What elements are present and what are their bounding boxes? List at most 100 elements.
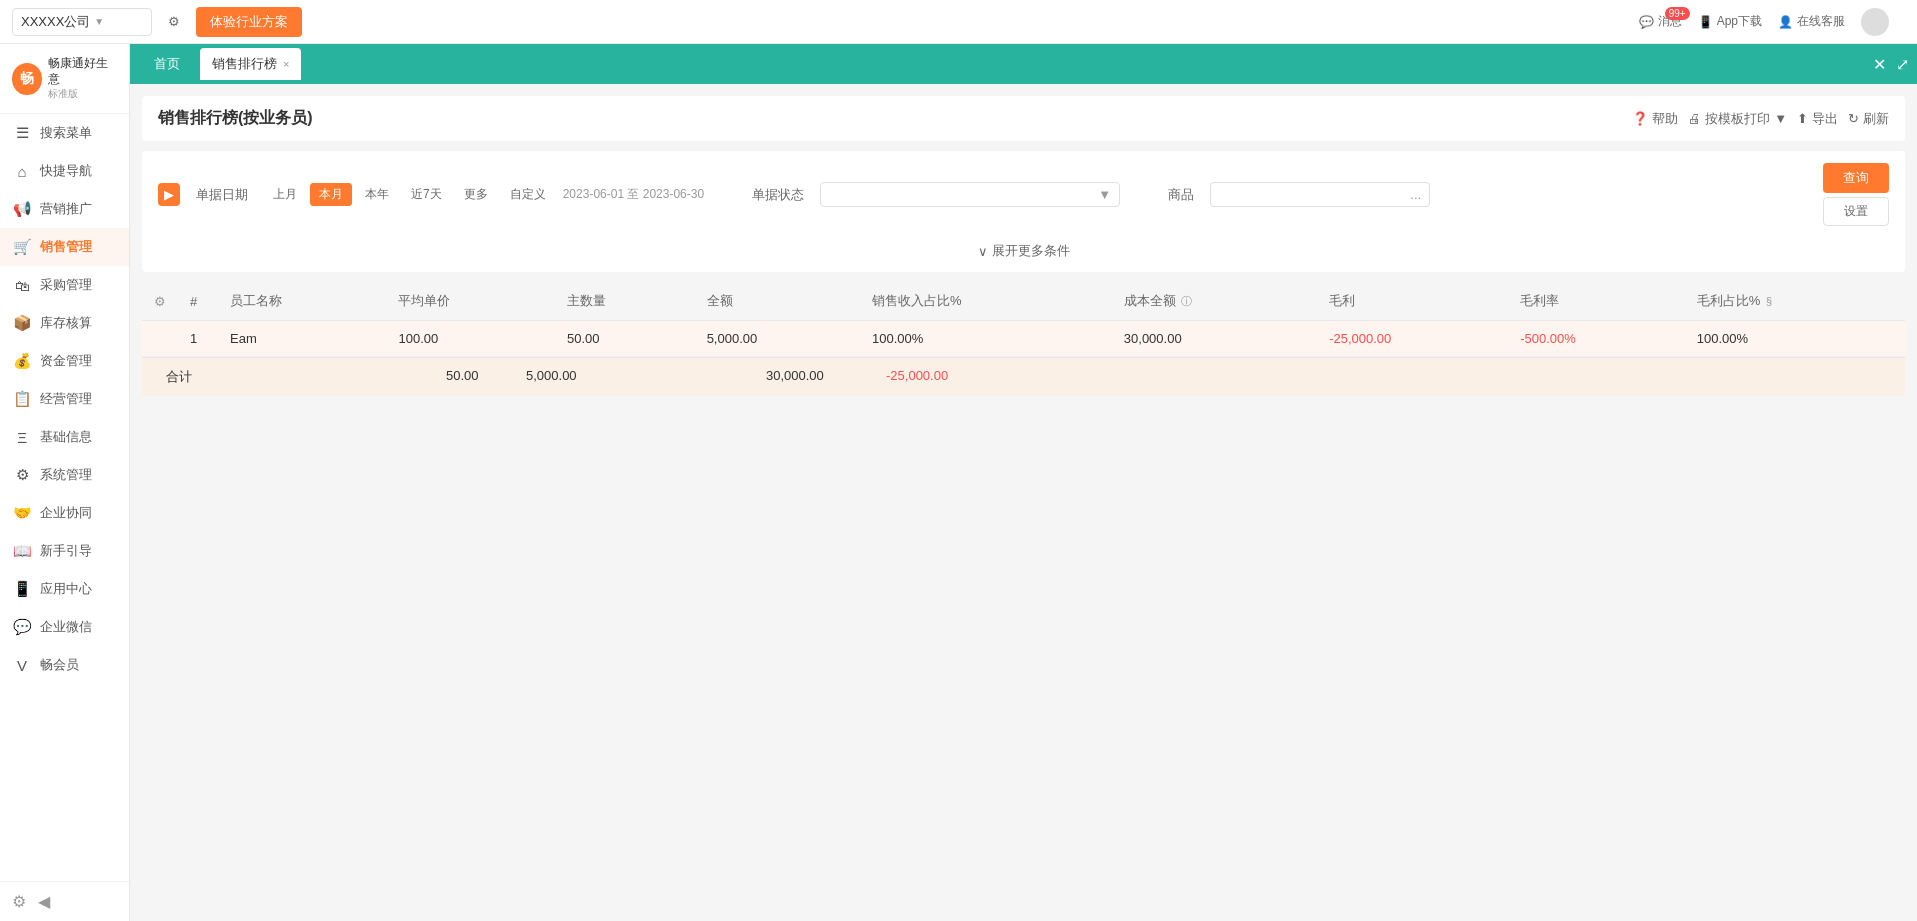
- guide-icon: 📖: [12, 542, 32, 560]
- date-btn-more[interactable]: 更多: [455, 183, 497, 206]
- sidebar-item-enterprise-collab[interactable]: 🤝 企业协同: [0, 494, 129, 532]
- sidebar-label-search-order: 搜索菜单: [40, 124, 92, 142]
- status-filter-label: 单据状态: [752, 186, 804, 204]
- col-header-settings[interactable]: ⚙: [142, 282, 178, 321]
- help-label: 帮助: [1652, 110, 1678, 128]
- footer-amount: 5,000.00: [514, 368, 634, 386]
- avatar[interactable]: [1861, 8, 1889, 36]
- status-select[interactable]: ▼: [820, 182, 1120, 207]
- inventory-icon: 📦: [12, 314, 32, 332]
- date-btn-this-year[interactable]: 本年: [356, 183, 398, 206]
- message-icon-group[interactable]: 💬 消息 99+: [1639, 13, 1682, 30]
- service-icon: 👤: [1778, 15, 1793, 29]
- message-icon: 💬: [1639, 15, 1654, 29]
- sidebar-item-fund-mgmt[interactable]: 💰 资金管理: [0, 342, 129, 380]
- sidebar-label-system-mgmt: 系统管理: [40, 466, 92, 484]
- export-button[interactable]: ⬆ 导出: [1797, 110, 1838, 128]
- app-download-group[interactable]: 📱 App下载: [1698, 13, 1762, 30]
- logo-icon: 畅: [12, 63, 42, 95]
- sidebar-label-quick-nav: 快捷导航: [40, 162, 92, 180]
- tab-bar: 首页 销售排行榜 × ✕ ⤢: [130, 44, 1917, 84]
- main-layout: 畅 畅康通好生意 标准版 ☰ 搜索菜单 ⌂ 快捷导航 📢 营销推广 🛒 销售管: [0, 44, 1917, 921]
- cell-main-qty: 50.00: [555, 321, 695, 357]
- help-button[interactable]: ❓ 帮助: [1632, 110, 1678, 128]
- date-btn-last-month[interactable]: 上月: [264, 183, 306, 206]
- wechat-icon: 💬: [12, 618, 32, 636]
- logo-text: 畅康通好生意: [48, 56, 117, 87]
- cell-name: Eam: [218, 321, 386, 357]
- sidebar-label-inventory: 库存核算: [40, 314, 92, 332]
- filter-expand-arrow[interactable]: ▶: [158, 183, 180, 206]
- expand-icon[interactable]: ⤢: [1896, 55, 1909, 74]
- sidebar-label-ops-mgmt: 经营管理: [40, 390, 92, 408]
- sidebar-item-basic-info[interactable]: Ξ 基础信息: [0, 418, 129, 456]
- refresh-label: 刷新: [1863, 110, 1889, 128]
- footer-gross: -25,000.00: [874, 368, 994, 386]
- footer-spacer: [634, 368, 754, 386]
- table-header-row: ⚙ # 员工名称 平均单价 主数量 全额 销售收入占比% 成本全额 ⓘ: [142, 282, 1905, 321]
- tab-home[interactable]: 首页: [138, 44, 196, 84]
- sidebar-item-enterprise-wechat[interactable]: 💬 企业微信: [0, 608, 129, 646]
- cell-gross-pct: 100.00%: [1685, 321, 1905, 357]
- chevron-down-expand-icon: ∨: [978, 244, 988, 259]
- try-industry-button[interactable]: 体验行业方案: [196, 7, 302, 37]
- sidebar-item-member[interactable]: V 畅会员: [0, 646, 129, 684]
- logo-sub: 标准版: [48, 87, 117, 101]
- date-btn-this-month[interactable]: 本月: [310, 183, 352, 206]
- refresh-button[interactable]: ↻ 刷新: [1848, 110, 1889, 128]
- print-label: 按模板打印: [1705, 110, 1770, 128]
- goods-select[interactable]: ...: [1210, 182, 1430, 207]
- sidebar-item-ops-mgmt[interactable]: 📋 经营管理: [0, 380, 129, 418]
- sidebar-label-app-center: 应用中心: [40, 580, 92, 598]
- fund-icon: 💰: [12, 352, 32, 370]
- sales-icon: 🛒: [12, 238, 32, 256]
- print-button[interactable]: 🖨 按模板打印 ▼: [1688, 110, 1787, 128]
- cost-info-icon[interactable]: ⓘ: [1181, 295, 1192, 307]
- expand-more-button[interactable]: ∨ 展开更多条件: [978, 242, 1070, 260]
- col-header-sales-pct: 销售收入占比%: [860, 282, 1112, 321]
- gross-pct-icon[interactable]: §: [1766, 295, 1772, 307]
- page-header: 销售排行榜(按业务员) ❓ 帮助 🖨 按模板打印 ▼ ⬆: [142, 96, 1905, 141]
- date-btn-custom[interactable]: 自定义: [501, 183, 555, 206]
- query-button[interactable]: 查询: [1823, 163, 1889, 193]
- member-icon: V: [12, 657, 32, 674]
- tab-close-icon[interactable]: ×: [283, 58, 289, 70]
- footer-main-qty: 50.00: [434, 368, 514, 386]
- col-header-avg-price: 平均单价: [386, 282, 554, 321]
- company-selector[interactable]: XXXXX公司 ▼: [12, 8, 152, 36]
- tab-sales-ranking[interactable]: 销售排行榜 ×: [200, 48, 301, 80]
- expand-more-row: ∨ 展开更多条件: [158, 234, 1889, 260]
- page-actions: ❓ 帮助 🖨 按模板打印 ▼ ⬆ 导出 ↻: [1632, 110, 1889, 128]
- sidebar-item-sales-mgmt[interactable]: 🛒 销售管理: [0, 228, 129, 266]
- tab-sales-ranking-label: 销售排行榜: [212, 55, 277, 73]
- sidebar-item-system-mgmt[interactable]: ⚙ 系统管理: [0, 456, 129, 494]
- col-header-gross-rate: 毛利率: [1508, 282, 1685, 321]
- sidebar-label-marketing: 营销推广: [40, 200, 92, 218]
- marketing-icon: 📢: [12, 200, 32, 218]
- sidebar-item-inventory[interactable]: 📦 库存核算: [0, 304, 129, 342]
- export-icon: ⬆: [1797, 111, 1808, 126]
- cell-sales-pct: 100.00%: [860, 321, 1112, 357]
- date-btn-7days[interactable]: 近7天: [402, 183, 451, 206]
- purchase-icon: 🛍: [12, 277, 32, 294]
- settings-icon-btn[interactable]: ⚙: [160, 8, 188, 36]
- ops-icon: 📋: [12, 390, 32, 408]
- sidebar-item-app-center[interactable]: 📱 应用中心: [0, 570, 129, 608]
- sidebar-item-new-guide[interactable]: 📖 新手引导: [0, 532, 129, 570]
- search-menu-icon: ☰: [12, 124, 32, 142]
- sidebar-label-fund-mgmt: 资金管理: [40, 352, 92, 370]
- home-icon: ⌂: [12, 163, 32, 180]
- sidebar-item-purchase-mgmt[interactable]: 🛍 采购管理: [0, 266, 129, 304]
- bottom-settings-icon[interactable]: ⚙: [12, 892, 26, 911]
- table-footer: 合计 50.00 5,000.00 30,000.00 -25,000.00: [142, 357, 1905, 396]
- cell-gross-rate: -500.00%: [1508, 321, 1685, 357]
- sidebar-item-marketing[interactable]: 📢 营销推广: [0, 190, 129, 228]
- bottom-collapse-icon[interactable]: ◀: [38, 892, 50, 911]
- sidebar-item-quick-nav[interactable]: ⌂ 快捷导航: [0, 152, 129, 190]
- top-bar-right: 💬 消息 99+ 📱 App下载 👤 在线客服: [1639, 8, 1905, 36]
- sidebar-item-search-order[interactable]: ☰ 搜索菜单: [0, 114, 129, 152]
- message-badge: 99+: [1665, 7, 1690, 20]
- online-service-group[interactable]: 👤 在线客服: [1778, 13, 1845, 30]
- close-window-icon[interactable]: ✕: [1873, 55, 1886, 74]
- settings-small-button[interactable]: 设置: [1823, 197, 1889, 226]
